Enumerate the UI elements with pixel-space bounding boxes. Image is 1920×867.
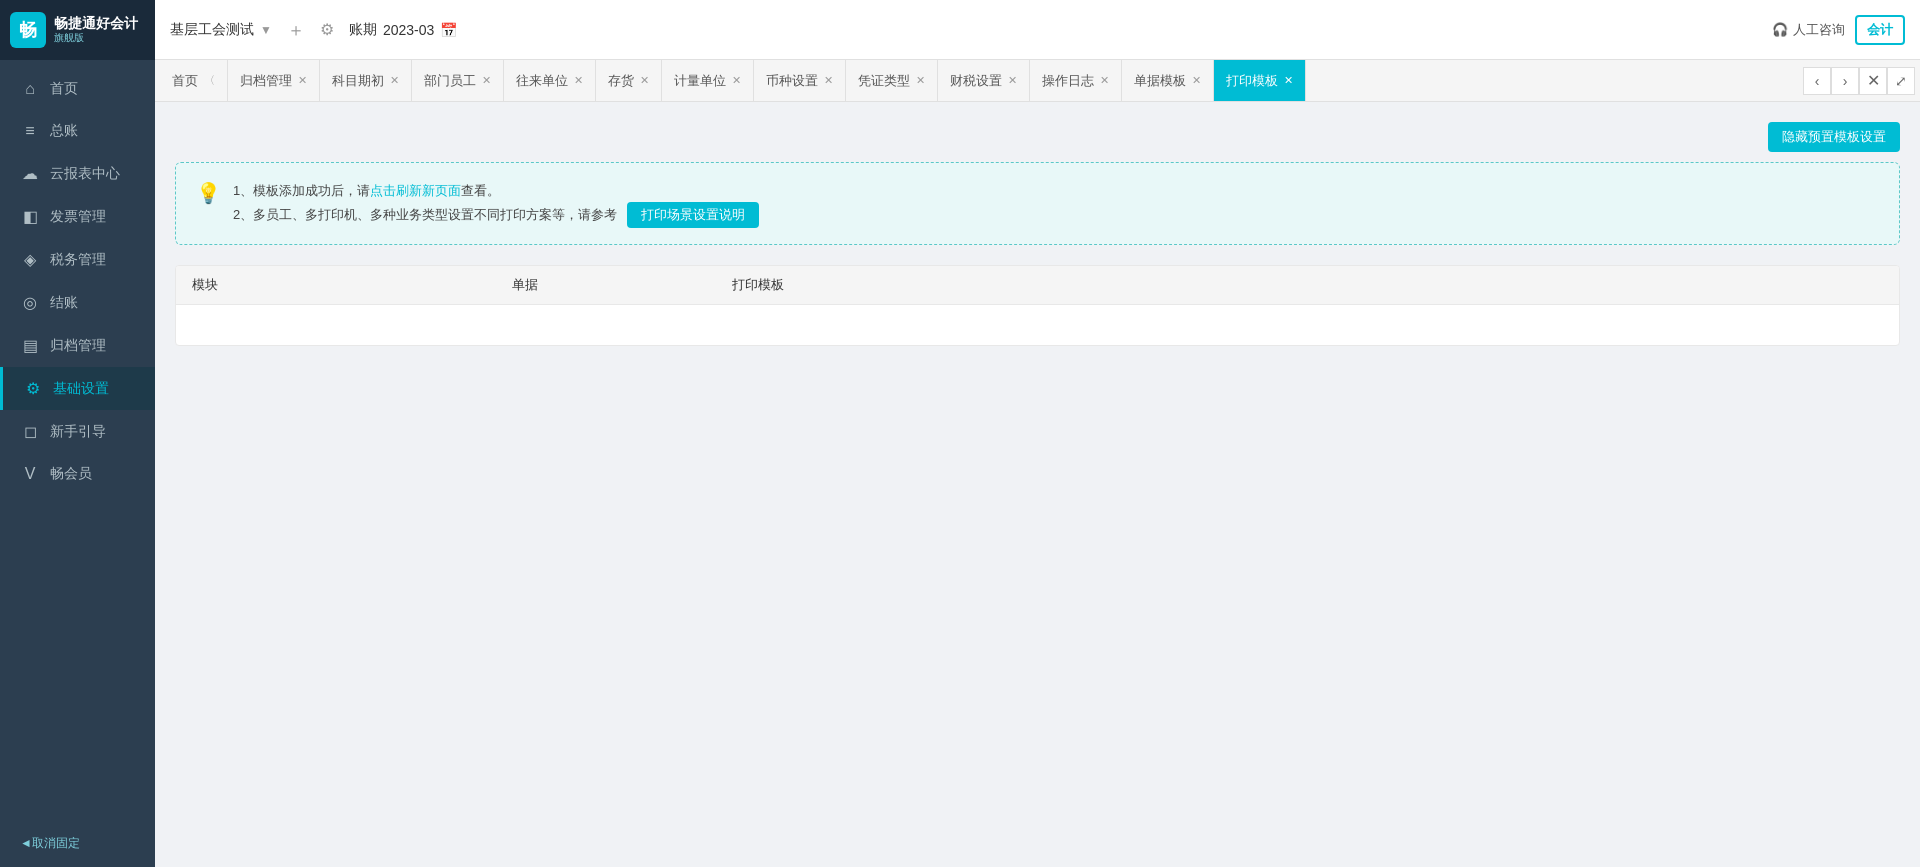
topbar-right: 🎧 人工咨询 会计 xyxy=(1772,15,1905,45)
tab-department-close[interactable]: ✕ xyxy=(482,74,491,87)
tab-partners[interactable]: 往来单位 ✕ xyxy=(504,60,596,102)
tab-archive-close[interactable]: ✕ xyxy=(298,74,307,87)
tab-currency[interactable]: 币种设置 ✕ xyxy=(754,60,846,102)
table-col-module: 模块 xyxy=(176,266,496,304)
sidebar-item-guide[interactable]: ◻ 新手引导 xyxy=(0,410,155,453)
sidebar-nav: ⌂ 首页 ≡ 总账 ☁ 云报表中心 ◧ 发票管理 ◈ 税务管理 ◎ 结账 ▤ 归… xyxy=(0,60,155,820)
company-settings-icon[interactable]: ⚙ xyxy=(320,20,334,39)
company-name[interactable]: 基层工会测试 ▼ xyxy=(170,21,272,39)
calendar-icon: 📅 xyxy=(440,22,457,38)
topbar: 基层工会测试 ▼ ＋ ⚙ 账期 2023-03 📅 🎧 人工咨询 会计 xyxy=(155,0,1920,60)
settings-icon: ⚙ xyxy=(23,379,43,398)
closing-icon: ◎ xyxy=(20,293,40,312)
sidebar-item-tax[interactable]: ◈ 税务管理 xyxy=(0,238,155,281)
logo-text: 畅捷通好会计 旗舰版 xyxy=(54,15,138,46)
info-banner: 💡 1、模板添加成功后，请点击刷新新页面查看。 2、多员工、多打印机、多种业务类… xyxy=(175,162,1900,245)
tabbar: 首页 〈 归档管理 ✕ 科目期初 ✕ 部门员工 ✕ 往来单位 ✕ 存货 ✕ 计量… xyxy=(155,60,1920,102)
tab-single-template-close[interactable]: ✕ xyxy=(1192,74,1201,87)
tab-partners-close[interactable]: ✕ xyxy=(574,74,583,87)
company-dropdown-icon: ▼ xyxy=(260,23,272,37)
add-company-button[interactable]: ＋ xyxy=(282,18,310,42)
main-area: 基层工会测试 ▼ ＋ ⚙ 账期 2023-03 📅 🎧 人工咨询 会计 首页 〈… xyxy=(155,0,1920,867)
tax-icon: ◈ xyxy=(20,250,40,269)
sidebar-item-closing[interactable]: ◎ 结账 xyxy=(0,281,155,324)
info-line2: 2、多员工、多打印机、多种业务类型设置不同打印方案等，请参考 打印场景设置说明 xyxy=(233,202,759,228)
info-line1: 1、模板添加成功后，请点击刷新新页面查看。 xyxy=(233,179,759,202)
sidebar-logo: 畅 畅捷通好会计 旗舰版 xyxy=(0,0,155,60)
refresh-link[interactable]: 点击刷新新页面 xyxy=(370,183,461,198)
tab-expand[interactable]: ⤢ xyxy=(1887,67,1915,95)
tab-scroll-left[interactable]: ‹ xyxy=(1803,67,1831,95)
tab-close-all[interactable]: ✕ xyxy=(1859,67,1887,95)
sidebar-item-ledger[interactable]: ≡ 总账 xyxy=(0,110,155,152)
table-body xyxy=(176,305,1899,345)
tab-subjects-close[interactable]: ✕ xyxy=(390,74,399,87)
table-col-voucher: 单据 xyxy=(496,266,716,304)
tab-scroll-right[interactable]: › xyxy=(1831,67,1859,95)
member-icon: V xyxy=(20,465,40,483)
tab-units[interactable]: 计量单位 ✕ xyxy=(662,60,754,102)
tab-inventory[interactable]: 存货 ✕ xyxy=(596,60,662,102)
tab-operation-log[interactable]: 操作日志 ✕ xyxy=(1030,60,1122,102)
reports-icon: ☁ xyxy=(20,164,40,183)
table-col-template: 打印模板 xyxy=(716,266,1899,304)
home-icon: ⌂ xyxy=(20,80,40,98)
table-header: 模块 单据 打印模板 xyxy=(176,266,1899,305)
print-scene-button[interactable]: 打印场景设置说明 xyxy=(627,202,759,228)
sidebar: 畅 畅捷通好会计 旗舰版 ⌂ 首页 ≡ 总账 ☁ 云报表中心 ◧ 发票管理 ◈ … xyxy=(0,0,155,867)
sidebar-unpin[interactable]: ◄取消固定 xyxy=(0,820,155,867)
sidebar-item-archive[interactable]: ▤ 归档管理 xyxy=(0,324,155,367)
sidebar-item-invoice[interactable]: ◧ 发票管理 xyxy=(0,195,155,238)
tab-inventory-close[interactable]: ✕ xyxy=(640,74,649,87)
tab-home-nav[interactable]: 〈 xyxy=(204,73,215,88)
lightbulb-icon: 💡 xyxy=(196,181,221,205)
tabbar-controls: ‹ › ✕ ⤢ xyxy=(1803,67,1915,95)
tab-single-template[interactable]: 单据模板 ✕ xyxy=(1122,60,1214,102)
tab-units-close[interactable]: ✕ xyxy=(732,74,741,87)
sidebar-item-reports[interactable]: ☁ 云报表中心 xyxy=(0,152,155,195)
archive-icon: ▤ xyxy=(20,336,40,355)
sidebar-item-home[interactable]: ⌂ 首页 xyxy=(0,68,155,110)
tab-voucher-type-close[interactable]: ✕ xyxy=(916,74,925,87)
tab-tax-settings-close[interactable]: ✕ xyxy=(1008,74,1017,87)
hide-settings-button[interactable]: 隐藏预置模板设置 xyxy=(1768,122,1900,152)
invoice-icon: ◧ xyxy=(20,207,40,226)
content-area: 隐藏预置模板设置 💡 1、模板添加成功后，请点击刷新新页面查看。 2、多员工、多… xyxy=(155,102,1920,867)
help-icon: 🎧 xyxy=(1772,22,1788,37)
sidebar-item-member[interactable]: V 畅会员 xyxy=(0,453,155,495)
guide-icon: ◻ xyxy=(20,422,40,441)
tab-voucher-type[interactable]: 凭证类型 ✕ xyxy=(846,60,938,102)
tab-print-template-close[interactable]: ✕ xyxy=(1284,74,1293,87)
tab-subjects[interactable]: 科目期初 ✕ xyxy=(320,60,412,102)
tab-home[interactable]: 首页 〈 xyxy=(160,60,228,102)
period-selector[interactable]: 账期 2023-03 📅 xyxy=(349,21,457,39)
tab-archive[interactable]: 归档管理 ✕ xyxy=(228,60,320,102)
tab-currency-close[interactable]: ✕ xyxy=(824,74,833,87)
tab-operation-log-close[interactable]: ✕ xyxy=(1100,74,1109,87)
ledger-icon: ≡ xyxy=(20,122,40,140)
tab-print-template[interactable]: 打印模板 ✕ xyxy=(1214,60,1306,102)
logo-icon: 畅 xyxy=(10,12,46,48)
tab-department[interactable]: 部门员工 ✕ xyxy=(412,60,504,102)
help-button[interactable]: 🎧 人工咨询 xyxy=(1772,21,1845,39)
content-topright: 隐藏预置模板设置 xyxy=(175,122,1900,152)
print-template-table: 模块 单据 打印模板 xyxy=(175,265,1900,346)
sidebar-item-settings[interactable]: ⚙ 基础设置 xyxy=(0,367,155,410)
tab-tax-settings[interactable]: 财税设置 ✕ xyxy=(938,60,1030,102)
kuaiji-button[interactable]: 会计 xyxy=(1855,15,1905,45)
info-text-block: 1、模板添加成功后，请点击刷新新页面查看。 2、多员工、多打印机、多种业务类型设… xyxy=(233,179,759,228)
